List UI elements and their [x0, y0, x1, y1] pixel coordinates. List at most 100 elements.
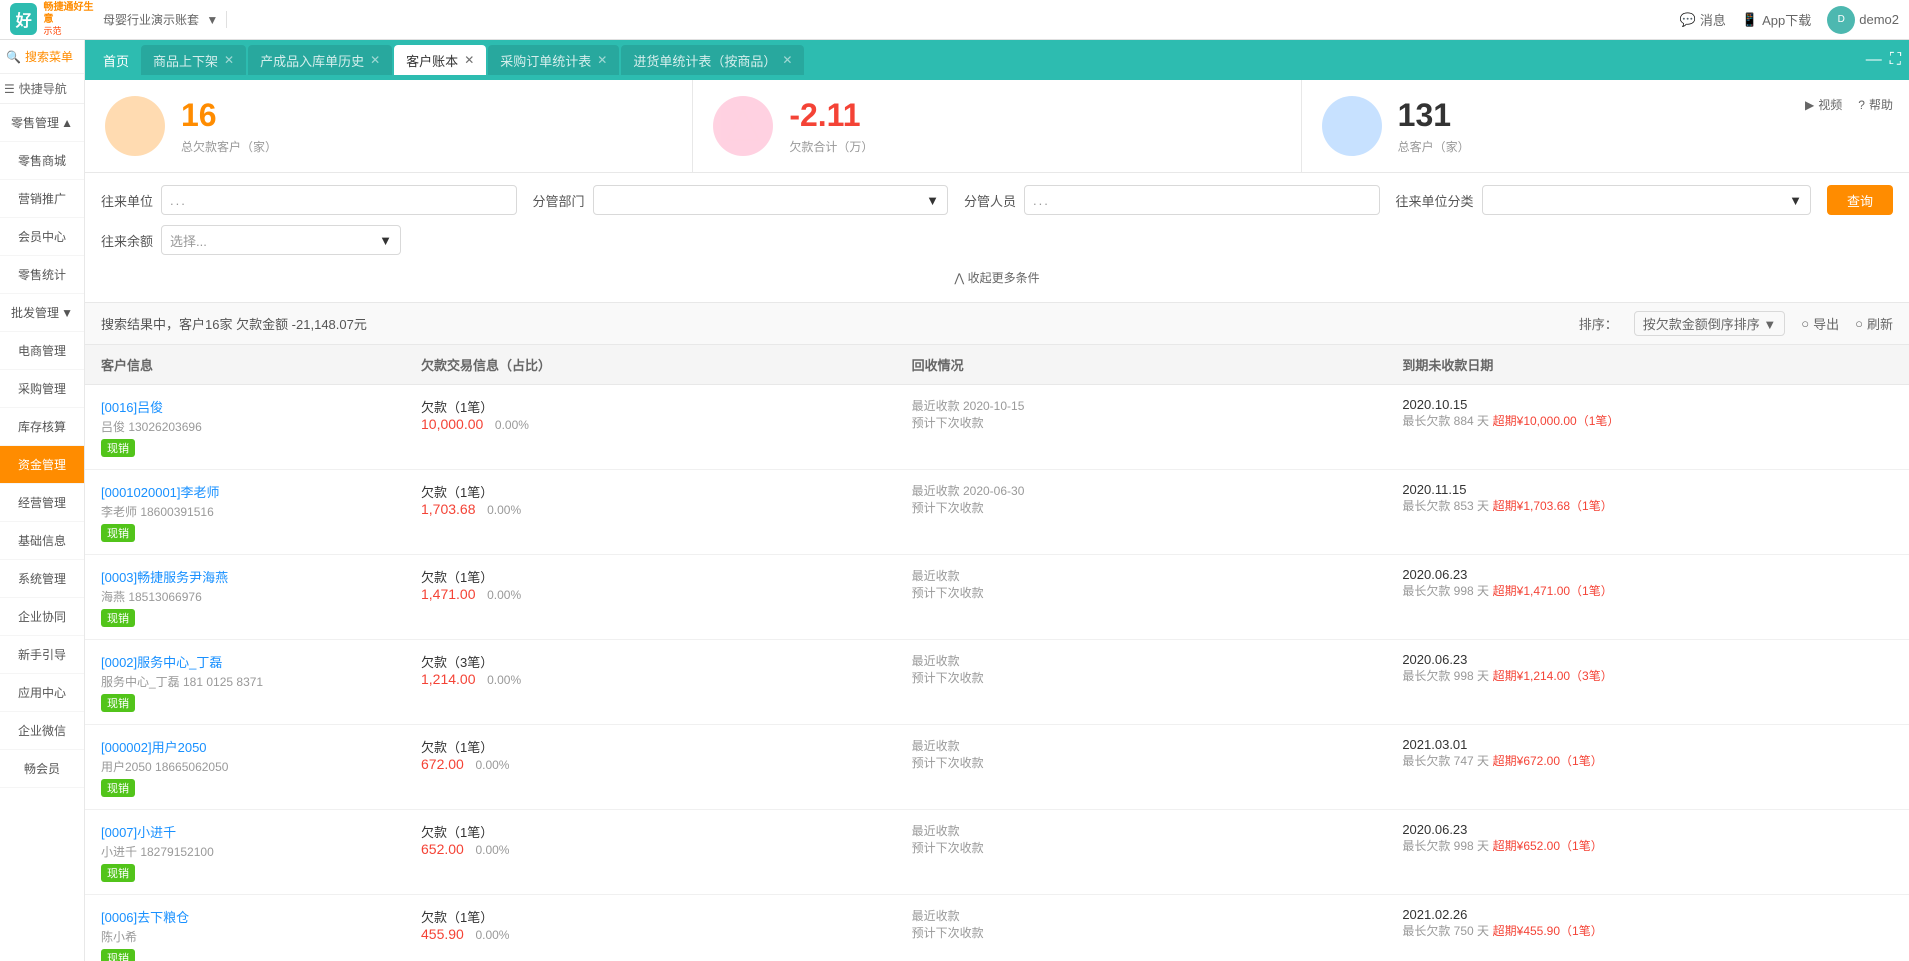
sidebar-item-retail-stats[interactable]: 零售统计 — [0, 256, 84, 294]
due-date-1: 2020.10.15 — [1402, 397, 1893, 412]
sidebar-item-finance[interactable]: 资金管理 — [0, 446, 84, 484]
video-btn[interactable]: ▶ 视频 — [1805, 96, 1842, 113]
user-menu[interactable]: D demo2 — [1827, 6, 1899, 34]
avatar: D — [1827, 6, 1855, 34]
overdue-link-4[interactable]: 超期¥1,214.00（3笔） — [1493, 669, 1613, 683]
sidebar-item-operations[interactable]: 经营管理 — [0, 484, 84, 522]
unit-class-select[interactable]: ▼ — [1482, 185, 1811, 215]
sidebar-item-wechat[interactable]: 企业微信 — [0, 712, 84, 750]
debt-amount-7[interactable]: 455.90 — [421, 926, 464, 942]
tab-customer-ledger[interactable]: 客户账本 ✕ — [394, 45, 486, 75]
tab-close-inventory-history[interactable]: ✕ — [370, 53, 380, 67]
last-collect-5: 最近收款 — [912, 737, 1403, 754]
next-collect-3: 预计下次收款 — [912, 584, 1403, 601]
overdue-link-2[interactable]: 超期¥1,703.68（1笔） — [1493, 499, 1613, 513]
due-date-3: 2020.06.23 — [1402, 567, 1893, 582]
sidebar-item-retail-mgmt[interactable]: 零售管理 ▲ — [0, 104, 84, 142]
from-unit-label: 往来单位 — [101, 191, 153, 210]
sidebar-item-purchase[interactable]: 采购管理 — [0, 370, 84, 408]
overdue-link-1[interactable]: 超期¥10,000.00（1笔） — [1493, 414, 1620, 428]
chevron-down-icon: ▼ — [61, 306, 73, 320]
customer-name-5[interactable]: [000002]用户2050 — [101, 737, 421, 756]
from-unit-input[interactable]: ... — [161, 185, 516, 215]
maximize-btn[interactable]: ⛶ — [1890, 51, 1901, 69]
sidebar-item-basic-info[interactable]: 基础信息 — [0, 522, 84, 560]
recovery-info-2: 最近收款 2020-06-30 预计下次收款 — [912, 482, 1403, 542]
table-row: [0006]去下粮仓 陈小希 现销 欠款（1笔） 455.90 0.00% — [85, 895, 1909, 961]
sidebar-item-ecommerce[interactable]: 电商管理 — [0, 332, 84, 370]
sidebar-item-vip[interactable]: 畅会员 — [0, 750, 84, 788]
collapse-button[interactable]: ⋀ 收起更多条件 — [954, 269, 1039, 286]
tab-close-goods-stats[interactable]: ✕ — [782, 53, 792, 67]
filter-from-unit: 往来单位 ... — [101, 185, 517, 215]
debt-pct-2: 0.00% — [487, 503, 521, 517]
next-collect-2: 预计下次收款 — [912, 499, 1403, 516]
overdue-link-3[interactable]: 超期¥1,471.00（1笔） — [1493, 584, 1613, 598]
help-icon: ? — [1858, 98, 1865, 112]
tab-goods-stats[interactable]: 进货单统计表（按商品） ✕ — [621, 45, 804, 75]
due-info-4: 2020.06.23 最长欠款 998 天 超期¥1,214.00（3笔） — [1402, 652, 1893, 712]
overdue-link-7[interactable]: 超期¥455.90（1笔） — [1493, 924, 1603, 938]
stat-label-total-customers: 总客户（家） — [1398, 138, 1470, 155]
overdue-link-5[interactable]: 超期¥672.00（1笔） — [1493, 754, 1603, 768]
customer-info-2: [0001020001]李老师 李老师 18600391516 现销 — [101, 482, 421, 542]
app-download-btn[interactable]: 📱 App下载 — [1742, 10, 1811, 29]
sidebar-item-enterprise[interactable]: 企业协同 — [0, 598, 84, 636]
debt-amount-5[interactable]: 672.00 — [421, 756, 464, 772]
stat-icon-credit: ! — [713, 96, 773, 156]
tab-close-purchase-order-stats[interactable]: ✕ — [597, 53, 607, 67]
sidebar-item-system[interactable]: 系统管理 — [0, 560, 84, 598]
tab-close-product-listing[interactable]: ✕ — [224, 53, 234, 67]
sidebar-item-member[interactable]: 会员中心 — [0, 218, 84, 256]
sidebar-item-app-center[interactable]: 应用中心 — [0, 674, 84, 712]
manager-input[interactable]: ... — [1024, 185, 1379, 215]
next-collect-4: 预计下次收款 — [912, 669, 1403, 686]
sort-chevron: ▼ — [1763, 317, 1776, 332]
help-btn[interactable]: ? 帮助 — [1858, 96, 1893, 113]
sidebar-item-inventory[interactable]: 库存核算 — [0, 408, 84, 446]
debt-count-7: 欠款（1笔） — [421, 907, 912, 926]
store-selector[interactable]: 母婴行业演示账套 ▼ — [95, 11, 227, 28]
logo-text: 畅捷通好生意 — [43, 2, 95, 26]
tab-home[interactable]: 首页 — [93, 51, 139, 70]
tabs-right: — ⛶ — [1866, 51, 1901, 69]
customer-name-6[interactable]: [0007]小进千 — [101, 822, 421, 841]
customer-tag-5: 现销 — [101, 779, 135, 797]
sidebar-quick-nav[interactable]: ☰ 快捷导航 — [0, 74, 84, 104]
debt-count-6: 欠款（1笔） — [421, 822, 912, 841]
sidebar-item-retail-mall[interactable]: 零售商城 — [0, 142, 84, 180]
customer-name-1[interactable]: [0016]吕俊 — [101, 397, 421, 416]
debt-amount-2[interactable]: 1,703.68 — [421, 501, 476, 517]
customer-name-3[interactable]: [0003]畅捷服务尹海燕 — [101, 567, 421, 586]
recovery-info-4: 最近收款 预计下次收款 — [912, 652, 1403, 712]
sidebar-search[interactable]: 🔍 搜索菜单 — [0, 40, 84, 74]
tab-inventory-history[interactable]: 产成品入库单历史 ✕ — [248, 45, 392, 75]
customer-name-7[interactable]: [0006]去下粮仓 — [101, 907, 421, 926]
sort-select[interactable]: 按欠款金额倒序排序 ▼ — [1634, 311, 1786, 336]
tab-purchase-order-stats[interactable]: 采购订单统计表 ✕ — [488, 45, 619, 75]
customer-name-2[interactable]: [0001020001]李老师 — [101, 482, 421, 501]
search-icon: 🔍 — [6, 50, 21, 64]
sidebar-item-marketing[interactable]: 营销推广 — [0, 180, 84, 218]
customer-tag-3: 现销 — [101, 609, 135, 627]
tab-product-listing[interactable]: 商品上下架 ✕ — [141, 45, 246, 75]
message-btn[interactable]: 💬 消息 — [1680, 10, 1726, 29]
debt-amount-6[interactable]: 652.00 — [421, 841, 464, 857]
minimize-btn[interactable]: — — [1866, 51, 1882, 69]
refresh-btn[interactable]: ○ 刷新 — [1855, 314, 1893, 333]
export-btn[interactable]: ○ 导出 — [1801, 314, 1839, 333]
sidebar-item-wholesale[interactable]: 批发管理 ▼ — [0, 294, 84, 332]
debt-amount-1[interactable]: 10,000.00 — [421, 416, 483, 432]
debt-amount-3[interactable]: 1,471.00 — [421, 586, 476, 602]
sidebar-item-newbie[interactable]: 新手引导 — [0, 636, 84, 674]
overdue-link-6[interactable]: 超期¥652.00（1笔） — [1493, 839, 1603, 853]
balance-select[interactable]: 选择... ▼ — [161, 225, 401, 255]
dept-select[interactable]: ▼ — [593, 185, 948, 215]
search-button[interactable]: 查询 — [1827, 185, 1893, 215]
customer-name-4[interactable]: [0002]服务中心_丁磊 — [101, 652, 421, 671]
overdue-days-4: 最长欠款 998 天 — [1402, 669, 1489, 683]
filter-row-1: 往来单位 ... 分管部门 ▼ — [101, 185, 1893, 215]
debt-amount-4[interactable]: 1,214.00 — [421, 671, 476, 687]
logo-icon: 好 — [16, 7, 32, 31]
tab-close-customer-ledger[interactable]: ✕ — [464, 53, 474, 67]
